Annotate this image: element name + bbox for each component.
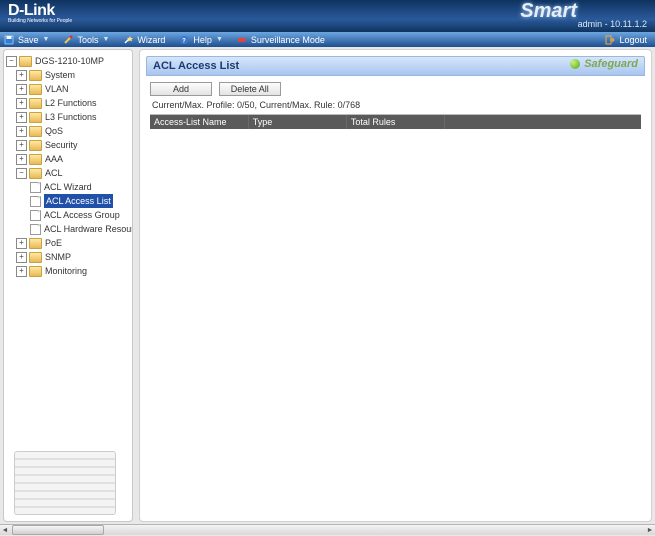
tools-menu[interactable]: Tools ▼ (63, 35, 109, 45)
tree-root[interactable]: − DGS-1210-10MP (6, 54, 128, 68)
tree-item-aaa[interactable]: +AAA (6, 152, 128, 166)
collapse-icon[interactable]: − (16, 168, 27, 179)
folder-icon (29, 266, 42, 277)
folder-icon (29, 112, 42, 123)
folder-icon (29, 84, 42, 95)
brand-name: D-Link (8, 2, 55, 19)
scroll-thumb[interactable] (12, 525, 104, 535)
nav-sidebar: − DGS-1210-10MP +System +VLAN +L2 Functi… (3, 49, 133, 522)
tree-item-security[interactable]: +Security (6, 138, 128, 152)
collapse-icon[interactable]: − (6, 56, 17, 67)
folder-icon (19, 56, 32, 67)
expand-icon[interactable]: + (16, 84, 27, 95)
help-label: Help (193, 35, 212, 45)
page-icon (30, 210, 41, 221)
folder-icon (29, 140, 42, 151)
logout-icon (605, 35, 615, 45)
page-icon (30, 224, 41, 235)
tree-item-vlan[interactable]: +VLAN (6, 82, 128, 96)
acl-table: Access-List Name Type Total Rules (150, 114, 641, 129)
folder-icon (29, 98, 42, 109)
expand-icon[interactable]: + (16, 266, 27, 277)
save-menu[interactable]: Save ▼ (4, 35, 49, 45)
panel-title: ACL Access List (153, 60, 239, 72)
tree-item-qos[interactable]: +QoS (6, 124, 128, 138)
panel-header: ACL Access List Safeguard (146, 56, 645, 76)
folder-icon (29, 168, 42, 179)
user-ip-label: admin - 10.11.1.2 (578, 19, 647, 29)
main-panel: ACL Access List Safeguard Add Delete All… (139, 49, 652, 522)
expand-icon[interactable]: + (16, 140, 27, 151)
tree-item-l2[interactable]: +L2 Functions (6, 96, 128, 110)
logout-label: Logout (619, 35, 647, 45)
folder-icon (29, 238, 42, 249)
wizard-button[interactable]: Wizard (123, 35, 165, 45)
scroll-right-icon[interactable]: ► (645, 525, 655, 535)
safeguard-indicator: Safeguard (570, 58, 638, 70)
top-banner: D-Link Building Networks for People Smar… (0, 0, 655, 32)
tree-root-label: DGS-1210-10MP (35, 54, 104, 68)
brand-logo: D-Link Building Networks for People (8, 2, 72, 24)
save-icon (4, 35, 14, 45)
tree-item-acl-access-list[interactable]: ACL Access List (6, 194, 128, 208)
tree-item-poe[interactable]: +PoE (6, 236, 128, 250)
folder-icon (29, 154, 42, 165)
wizard-label: Wizard (137, 35, 165, 45)
page-icon (30, 196, 41, 207)
folder-icon (29, 70, 42, 81)
tree-item-acl-wizard[interactable]: ACL Wizard (6, 180, 128, 194)
expand-icon[interactable]: + (16, 252, 27, 263)
tree-item-system[interactable]: +System (6, 68, 128, 82)
caret-down-icon: ▼ (43, 36, 50, 43)
surveillance-button[interactable]: Surveillance Mode (237, 35, 325, 45)
profile-rule-stats: Current/Max. Profile: 0/50, Current/Max.… (152, 100, 641, 110)
tree-item-l3[interactable]: +L3 Functions (6, 110, 128, 124)
surveillance-label: Surveillance Mode (251, 35, 325, 45)
col-total-rules: Total Rules (346, 115, 444, 129)
nav-tree: − DGS-1210-10MP +System +VLAN +L2 Functi… (4, 52, 132, 280)
scroll-left-icon[interactable]: ◄ (0, 525, 10, 535)
wizard-icon (123, 35, 133, 45)
expand-icon[interactable]: + (16, 154, 27, 165)
folder-icon (29, 252, 42, 263)
device-illustration (14, 451, 116, 515)
help-menu[interactable]: ? Help ▼ (179, 35, 222, 45)
expand-icon[interactable]: + (16, 112, 27, 123)
expand-icon[interactable]: + (16, 70, 27, 81)
page-icon (30, 182, 41, 193)
smart-logo: Smart (520, 0, 577, 23)
panel-body: Add Delete All Current/Max. Profile: 0/5… (146, 76, 645, 135)
main-toolbar: Save ▼ Tools ▼ Wizard ? Help ▼ Surveilla… (0, 32, 655, 47)
tree-item-monitoring[interactable]: +Monitoring (6, 264, 128, 278)
col-access-list-name: Access-List Name (150, 115, 248, 129)
expand-icon[interactable]: + (16, 238, 27, 249)
surveillance-icon (237, 35, 247, 45)
tree-item-snmp[interactable]: +SNMP (6, 250, 128, 264)
help-icon: ? (179, 35, 189, 45)
delete-all-button[interactable]: Delete All (219, 82, 281, 96)
svg-text:?: ? (183, 38, 187, 44)
col-type: Type (248, 115, 346, 129)
col-actions (445, 115, 641, 129)
tree-item-acl-access-group[interactable]: ACL Access Group (6, 208, 128, 222)
tools-label: Tools (77, 35, 98, 45)
safeguard-label: Safeguard (584, 58, 638, 70)
safeguard-dot-icon (570, 59, 580, 69)
save-label: Save (18, 35, 39, 45)
folder-icon (29, 126, 42, 137)
logout-button[interactable]: Logout (605, 35, 647, 45)
expand-icon[interactable]: + (16, 126, 27, 137)
brand-tagline: Building Networks for People (8, 19, 72, 24)
add-button[interactable]: Add (150, 82, 212, 96)
caret-down-icon: ▼ (102, 36, 109, 43)
expand-icon[interactable]: + (16, 98, 27, 109)
tools-icon (63, 35, 73, 45)
tree-item-acl[interactable]: −ACL (6, 166, 128, 180)
caret-down-icon: ▼ (216, 36, 223, 43)
tree-item-acl-hw-resource[interactable]: ACL Hardware Resource Status (6, 222, 128, 236)
sidebar-hscroll[interactable]: ◄ ► (0, 524, 655, 535)
